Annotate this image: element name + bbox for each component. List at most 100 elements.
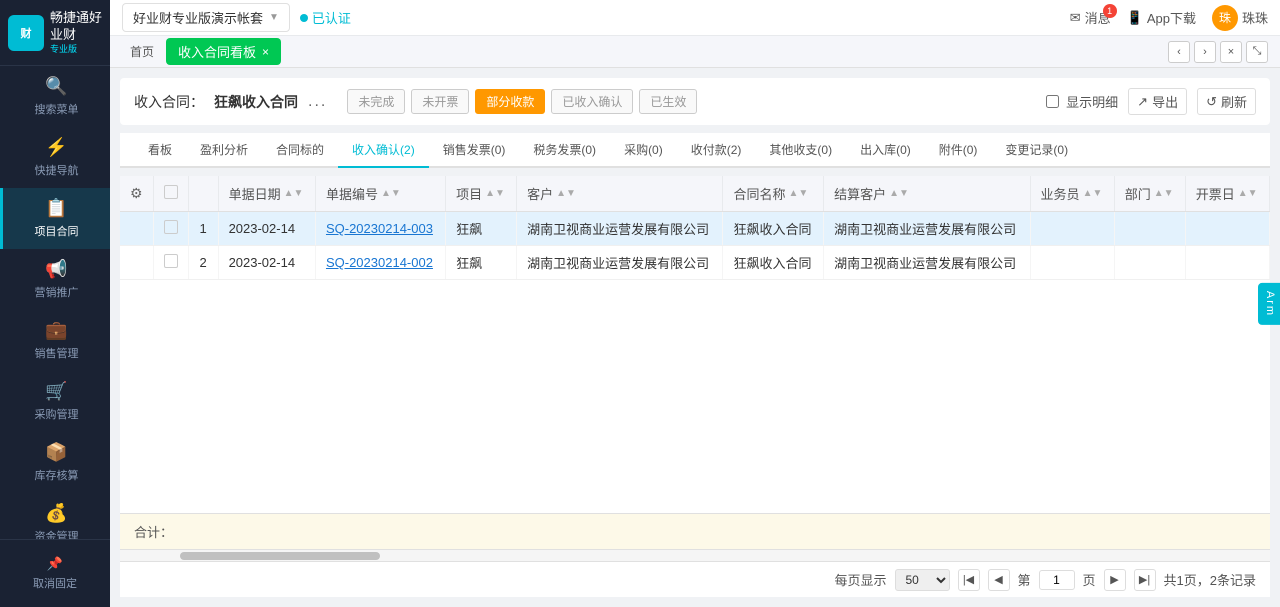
- prev-tab-btn[interactable]: ‹: [1168, 41, 1190, 63]
- sidebar-pin-btn[interactable]: 📌 取消固定: [0, 548, 110, 599]
- total-row: 合计：: [120, 513, 1270, 549]
- tab-purchase[interactable]: 采购(0): [610, 133, 677, 168]
- show-detail-checkbox[interactable]: 显示明细: [1046, 92, 1118, 111]
- sidebar-item-sales[interactable]: 💼 销售管理: [0, 310, 110, 371]
- next-tab-btn[interactable]: ›: [1194, 41, 1216, 63]
- tab-tax-invoice[interactable]: 税务发票(0): [519, 133, 610, 168]
- finance-icon: 💰: [45, 503, 67, 524]
- marketing-icon: 📢: [45, 259, 67, 280]
- row-check-cell[interactable]: [153, 246, 188, 280]
- check-all-checkbox[interactable]: [164, 185, 178, 199]
- status-partial-btn[interactable]: 部分收款: [475, 89, 545, 114]
- status-uninvoiced-btn[interactable]: 未开票: [411, 89, 469, 114]
- more-btn[interactable]: ...: [308, 93, 327, 111]
- topbar: 好业财专业版演示帐套 ▼ 已认证 ✉ 1 消息 📱 App下载 珠 珠珠: [110, 0, 1280, 36]
- sidebar-item-nav[interactable]: ⚡ 快捷导航: [0, 127, 110, 188]
- tab-other[interactable]: 其他收支(0): [755, 133, 846, 168]
- settings-icon[interactable]: ⚙: [130, 185, 143, 201]
- row-check-cell[interactable]: [153, 212, 188, 246]
- inventory-icon: 📦: [45, 442, 67, 463]
- th-final-customer[interactable]: 结算客户 ▲▼: [824, 176, 1030, 212]
- search-icon: 🔍: [45, 76, 67, 97]
- row-date-cell: 2023-02-14: [218, 246, 315, 280]
- row-number-cell[interactable]: SQ-20230214-003: [315, 212, 445, 246]
- first-page-btn[interactable]: |◀: [958, 569, 980, 591]
- th-customer[interactable]: 客户 ▲▼: [517, 176, 723, 212]
- sort-number-icon: ▲▼: [381, 189, 401, 199]
- table-row[interactable]: 1 2023-02-14 SQ-20230214-003 狂飙 湖南卫视商业运营…: [120, 212, 1270, 246]
- message-btn[interactable]: ✉ 1 消息: [1070, 8, 1111, 27]
- th-department[interactable]: 部门 ▲▼: [1114, 176, 1185, 212]
- row-contract-cell: 狂飙收入合同: [723, 246, 824, 280]
- row-department-cell: [1114, 212, 1185, 246]
- tab-dashboard[interactable]: 看板: [134, 133, 186, 168]
- tabbar-controls: ‹ › × ⤡: [1168, 41, 1268, 63]
- active-page-tab[interactable]: 收入合同看板 ×: [166, 38, 281, 65]
- scroll-thumb[interactable]: [180, 552, 380, 560]
- sidebar-bottom: 📌 取消固定: [0, 539, 110, 607]
- per-page-select[interactable]: 50 100 200: [895, 569, 950, 591]
- th-project[interactable]: 项目 ▲▼: [446, 176, 517, 212]
- tab-warehouse[interactable]: 出入库(0): [846, 133, 925, 168]
- last-page-btn[interactable]: ▶|: [1134, 569, 1156, 591]
- tab-payment[interactable]: 收付款(2): [677, 133, 756, 168]
- contract-name: 狂飙收入合同: [214, 92, 298, 112]
- app-download-btn[interactable]: 📱 App下载: [1127, 8, 1196, 27]
- sidebar-item-inventory[interactable]: 📦 库存核算: [0, 432, 110, 493]
- tab-changes[interactable]: 变更记录(0): [991, 133, 1082, 168]
- sidebar-item-marketing[interactable]: 📢 营销推广: [0, 249, 110, 310]
- th-salesperson[interactable]: 业务员 ▲▼: [1030, 176, 1114, 212]
- sidebar-item-search[interactable]: 🔍 搜索菜单: [0, 66, 110, 127]
- show-detail-input[interactable]: [1046, 95, 1059, 108]
- status-confirmed-btn[interactable]: 已收入确认: [551, 89, 633, 114]
- logo-area: 财 畅捷通好业财 专业版: [0, 0, 110, 66]
- nav-icon: ⚡: [45, 137, 67, 158]
- tab-sales-invoice[interactable]: 销售发票(0): [429, 133, 520, 168]
- company-name: 好业财专业版演示帐套: [133, 8, 263, 27]
- sort-open-date-icon: ▲▼: [1238, 189, 1258, 199]
- tab-revenue[interactable]: 收入确认(2): [338, 133, 429, 168]
- total-info: 共1页，2条记录: [1164, 570, 1256, 589]
- row-final-customer-cell: 湖南卫视商业运营发展有限公司: [824, 212, 1030, 246]
- download-icon: 📱: [1127, 10, 1143, 26]
- float-btn[interactable]: Arm: [1258, 282, 1280, 324]
- sales-icon: 💼: [45, 320, 67, 341]
- th-number[interactable]: 单据编号 ▲▼: [315, 176, 445, 212]
- user-avatar-btn[interactable]: 珠 珠珠: [1212, 5, 1268, 31]
- status-uncomplete-btn[interactable]: 未完成: [347, 89, 405, 114]
- total-label: 合计：: [134, 522, 173, 541]
- table-row[interactable]: 2 2023-02-14 SQ-20230214-002 狂飙 湖南卫视商业运营…: [120, 246, 1270, 280]
- th-date[interactable]: 单据日期 ▲▼: [218, 176, 315, 212]
- scroll-track[interactable]: [120, 549, 1270, 561]
- refresh-btn[interactable]: ↺ 刷新: [1197, 88, 1256, 115]
- prev-page-btn[interactable]: ◀: [988, 569, 1010, 591]
- sort-date-icon: ▲▼: [284, 189, 304, 199]
- tab-close-btn[interactable]: ×: [262, 45, 269, 59]
- topbar-right: ✉ 1 消息 📱 App下载 珠 珠珠: [1070, 5, 1268, 31]
- contract-header: 收入合同： 狂飙收入合同 ... 未完成 未开票 部分收款 已收入确认 已生效 …: [120, 78, 1270, 125]
- sidebar-item-finance[interactable]: 💰 资金管理: [0, 493, 110, 539]
- tab-profit[interactable]: 盈利分析: [186, 133, 262, 168]
- page-input[interactable]: [1039, 570, 1075, 590]
- sort-final-customer-icon: ▲▼: [889, 189, 909, 199]
- tab-subject[interactable]: 合同标的: [262, 133, 338, 168]
- row-checkbox[interactable]: [164, 254, 178, 268]
- next-page-btn[interactable]: ▶: [1104, 569, 1126, 591]
- export-btn[interactable]: ↗ 导出: [1128, 88, 1187, 115]
- close-tab-btn[interactable]: ×: [1220, 41, 1242, 63]
- pagination: 每页显示 50 100 200 |◀ ◀ 第 页 ▶ ▶| 共1页，2条记录: [120, 561, 1270, 597]
- row-checkbox[interactable]: [164, 220, 178, 234]
- tabbar: 首页 收入合同看板 × ‹ › × ⤡: [110, 36, 1280, 68]
- sort-department-icon: ▲▼: [1154, 189, 1174, 199]
- row-number-cell[interactable]: SQ-20230214-002: [315, 246, 445, 280]
- sidebar-item-project[interactable]: 📋 项目合同: [0, 188, 110, 249]
- company-selector[interactable]: 好业财专业版演示帐套 ▼: [122, 3, 290, 32]
- fullscreen-btn[interactable]: ⤡: [1246, 41, 1268, 63]
- th-contract[interactable]: 合同名称 ▲▼: [723, 176, 824, 212]
- breadcrumb-home[interactable]: 首页: [122, 43, 162, 60]
- status-effective-btn[interactable]: 已生效: [639, 89, 697, 114]
- tab-attachment[interactable]: 附件(0): [925, 133, 992, 168]
- th-open-date[interactable]: 开票日 ▲▼: [1185, 176, 1269, 212]
- sidebar-item-purchase[interactable]: 🛒 采购管理: [0, 371, 110, 432]
- row-settings-cell: [120, 212, 153, 246]
